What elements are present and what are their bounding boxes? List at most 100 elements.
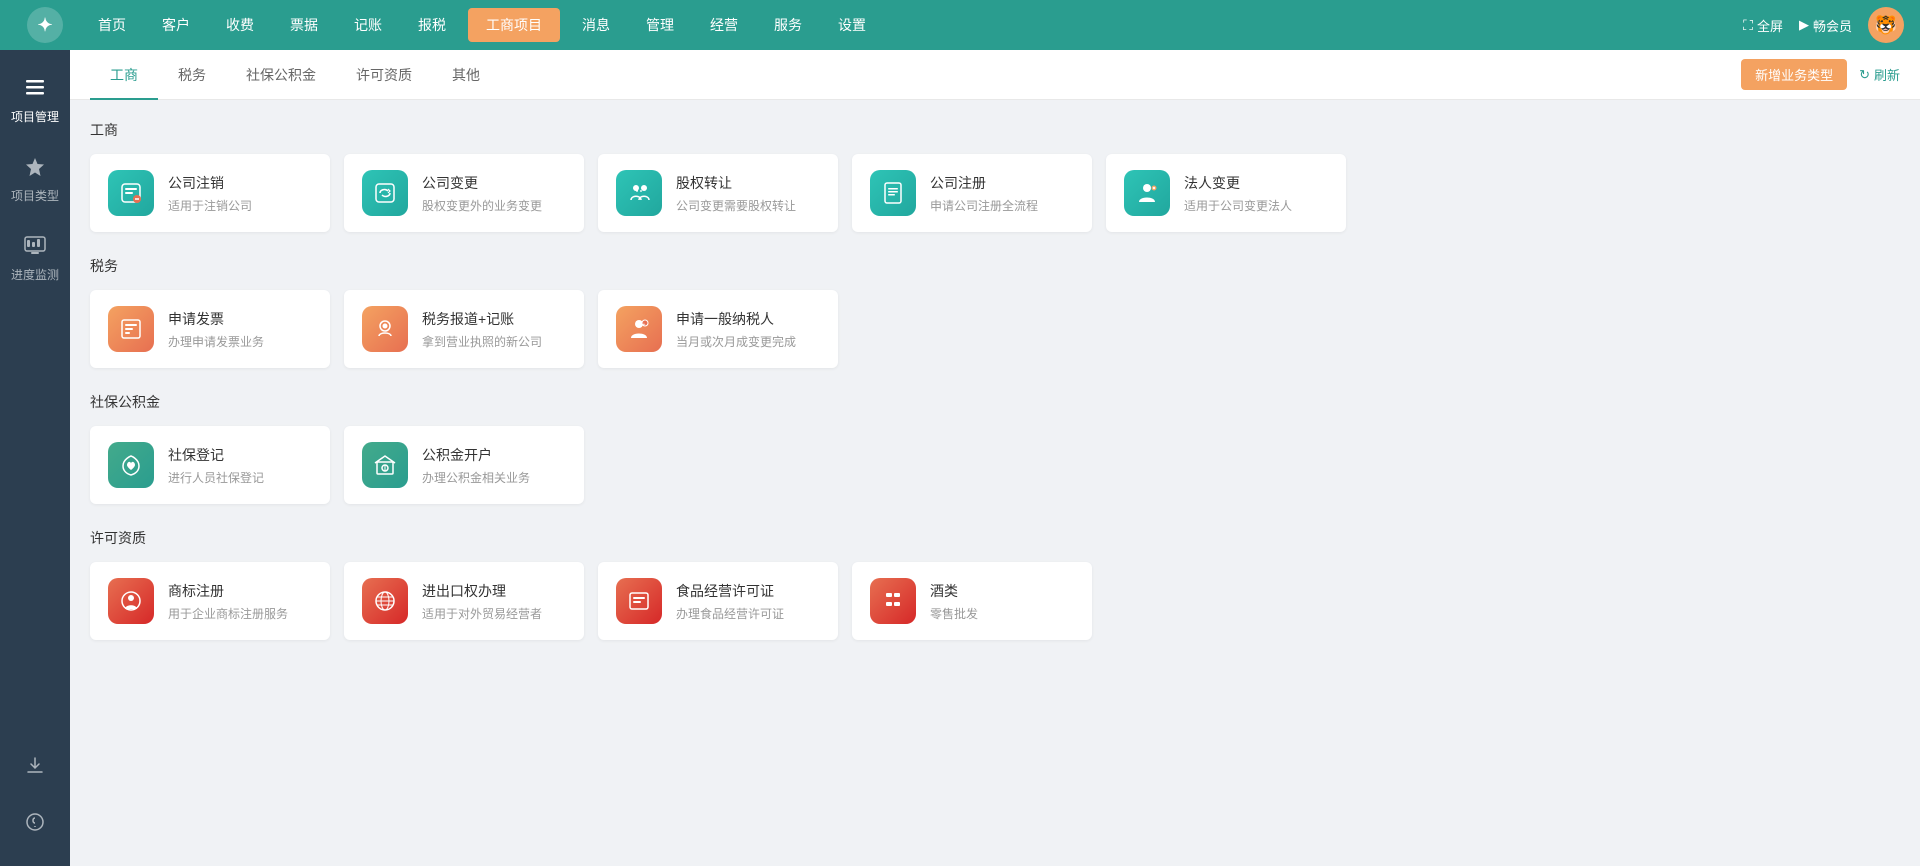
section-shuiwu: 税务 申请发票 办理申请发票 <box>90 256 1900 368</box>
section-xuke: 许可资质 商标注册 用于企业商标注册服务 <box>90 528 1900 640</box>
card-desc-tax-report: 拿到营业执照的新公司 <box>422 333 542 350</box>
content-area: 工商 税务 社保公积金 许可资质 其他 新增业务类型 ↻ 刷新 工商 <box>70 50 1920 866</box>
scroll-content[interactable]: 工商 公司注销 <box>70 100 1920 866</box>
main-layout: 项目管理 项目类型 进度监测 <box>0 50 1920 866</box>
nav-manage[interactable]: 管理 <box>628 0 692 50</box>
company-cancel-icon <box>108 170 154 216</box>
tab-shebao[interactable]: 社保公积金 <box>226 50 336 100</box>
cards-grid-xuke: 商标注册 用于企业商标注册服务 <box>90 562 1900 640</box>
card-tax-report[interactable]: 税务报道+记账 拿到营业执照的新公司 <box>344 290 584 368</box>
card-title-company-change: 公司变更 <box>422 173 542 193</box>
card-housing-fund[interactable]: 公积金开户 办理公积金相关业务 <box>344 426 584 504</box>
card-company-register[interactable]: 公司注册 申请公司注册全流程 <box>852 154 1092 232</box>
tab-xuke[interactable]: 许可资质 <box>336 50 432 100</box>
alcohol-icon <box>870 578 916 624</box>
nav-service[interactable]: 服务 <box>756 0 820 50</box>
card-desc-apply-invoice: 办理申请发票业务 <box>168 333 264 350</box>
nav-home[interactable]: 首页 <box>80 0 144 50</box>
card-desc-company-register: 申请公司注册全流程 <box>930 197 1038 214</box>
housing-fund-icon <box>362 442 408 488</box>
logo-area: ✦ <box>10 7 80 43</box>
card-food-license[interactable]: 食品经营许可证 办理食品经营许可证 <box>598 562 838 640</box>
tax-report-icon <box>362 306 408 352</box>
card-desc-trademark: 用于企业商标注册服务 <box>168 605 288 622</box>
nav-tax[interactable]: 报税 <box>400 0 464 50</box>
card-alcohol[interactable]: 酒类 零售批发 <box>852 562 1092 640</box>
card-desc-equity-transfer: 公司变更需要股权转让 <box>676 197 796 214</box>
nav-right: ⛶ 全屏 ▶ 畅会员 🐯 <box>1743 7 1920 43</box>
card-desc-food-license: 办理食品经营许可证 <box>676 605 784 622</box>
food-license-icon <box>616 578 662 624</box>
trademark-icon <box>108 578 154 624</box>
company-change-icon <box>362 170 408 216</box>
section-title-gongshang: 工商 <box>90 120 1900 140</box>
cards-grid-shebao: 社保登记 进行人员社保登记 <box>90 426 1900 504</box>
card-desc-social-insurance: 进行人员社保登记 <box>168 469 264 486</box>
fullscreen-icon: ⛶ <box>1743 17 1753 34</box>
vip-label: 畅会员 <box>1813 16 1852 35</box>
card-equity-transfer[interactable]: 股权转让 公司变更需要股权转让 <box>598 154 838 232</box>
sidebar: 项目管理 项目类型 进度监测 <box>0 50 70 866</box>
card-apply-invoice[interactable]: 申请发票 办理申请发票业务 <box>90 290 330 368</box>
social-insurance-icon <box>108 442 154 488</box>
sidebar-item-help[interactable] <box>0 794 70 850</box>
card-desc-company-cancel: 适用于注销公司 <box>168 197 252 214</box>
tab-actions: 新增业务类型 ↻ 刷新 <box>1741 59 1900 90</box>
sidebar-item-project-mgmt[interactable]: 项目管理 <box>0 60 70 139</box>
card-desc-housing-fund: 办理公积金相关业务 <box>422 469 530 486</box>
new-type-button[interactable]: 新增业务类型 <box>1741 59 1847 90</box>
vip-icon: ▶ <box>1799 17 1809 33</box>
nav-accounting[interactable]: 记账 <box>336 0 400 50</box>
card-trademark[interactable]: 商标注册 用于企业商标注册服务 <box>90 562 330 640</box>
company-register-icon <box>870 170 916 216</box>
card-title-trademark: 商标注册 <box>168 581 288 601</box>
svg-text:+: + <box>643 322 646 328</box>
sidebar-item-download[interactable] <box>0 738 70 794</box>
monitor-icon <box>21 232 49 260</box>
card-title-equity-transfer: 股权转让 <box>676 173 796 193</box>
list-icon <box>21 74 49 102</box>
nav-client[interactable]: 客户 <box>144 0 208 50</box>
card-desc-legal-change: 适用于公司变更法人 <box>1184 197 1292 214</box>
card-desc-apply-taxpayer: 当月或次月成变更完成 <box>676 333 796 350</box>
card-apply-taxpayer[interactable]: + 申请一般纳税人 当月或次月成变更完成 <box>598 290 838 368</box>
nav-message[interactable]: 消息 <box>564 0 628 50</box>
card-company-change[interactable]: 公司变更 股权变更外的业务变更 <box>344 154 584 232</box>
card-title-housing-fund: 公积金开户 <box>422 445 530 465</box>
nav-fee[interactable]: 收费 <box>208 0 272 50</box>
fullscreen-button[interactable]: ⛶ 全屏 <box>1743 16 1783 35</box>
nav-settings[interactable]: 设置 <box>820 0 884 50</box>
sidebar-label-project-mgmt: 项目管理 <box>11 108 59 125</box>
section-title-xuke: 许可资质 <box>90 528 1900 548</box>
card-title-legal-change: 法人变更 <box>1184 173 1292 193</box>
tab-shuiwu[interactable]: 税务 <box>158 50 226 100</box>
card-legal-change[interactable]: 法人变更 适用于公司变更法人 <box>1106 154 1346 232</box>
section-title-shebao: 社保公积金 <box>90 392 1900 412</box>
card-title-alcohol: 酒类 <box>930 581 978 601</box>
card-title-company-register: 公司注册 <box>930 173 1038 193</box>
card-desc-company-change: 股权变更外的业务变更 <box>422 197 542 214</box>
fullscreen-label: 全屏 <box>1757 16 1783 35</box>
card-company-cancel[interactable]: 公司注销 适用于注销公司 <box>90 154 330 232</box>
tab-gongshang[interactable]: 工商 <box>90 50 158 100</box>
sidebar-item-project-type[interactable]: 项目类型 <box>0 139 70 218</box>
card-import-export[interactable]: 进出口权办理 适用于对外贸易经营者 <box>344 562 584 640</box>
download-icon <box>21 752 49 780</box>
card-title-company-cancel: 公司注销 <box>168 173 252 193</box>
tab-qita[interactable]: 其他 <box>432 50 500 100</box>
card-desc-import-export: 适用于对外贸易经营者 <box>422 605 542 622</box>
nav-industrial[interactable]: 工商项目 <box>468 8 560 42</box>
nav-operation[interactable]: 经营 <box>692 0 756 50</box>
card-title-social-insurance: 社保登记 <box>168 445 264 465</box>
refresh-label: 刷新 <box>1874 65 1900 84</box>
tab-bar: 工商 税务 社保公积金 许可资质 其他 新增业务类型 ↻ 刷新 <box>70 50 1920 100</box>
card-social-insurance[interactable]: 社保登记 进行人员社保登记 <box>90 426 330 504</box>
refresh-button[interactable]: ↻ 刷新 <box>1859 65 1900 84</box>
card-title-apply-invoice: 申请发票 <box>168 309 264 329</box>
nav-invoice[interactable]: 票据 <box>272 0 336 50</box>
vip-button[interactable]: ▶ 畅会员 <box>1799 16 1852 35</box>
sidebar-label-progress-monitor: 进度监测 <box>11 266 59 283</box>
cards-grid-gongshang: 公司注销 适用于注销公司 <box>90 154 1900 232</box>
sidebar-item-progress-monitor[interactable]: 进度监测 <box>0 218 70 297</box>
section-gongshang: 工商 公司注销 <box>90 120 1900 232</box>
